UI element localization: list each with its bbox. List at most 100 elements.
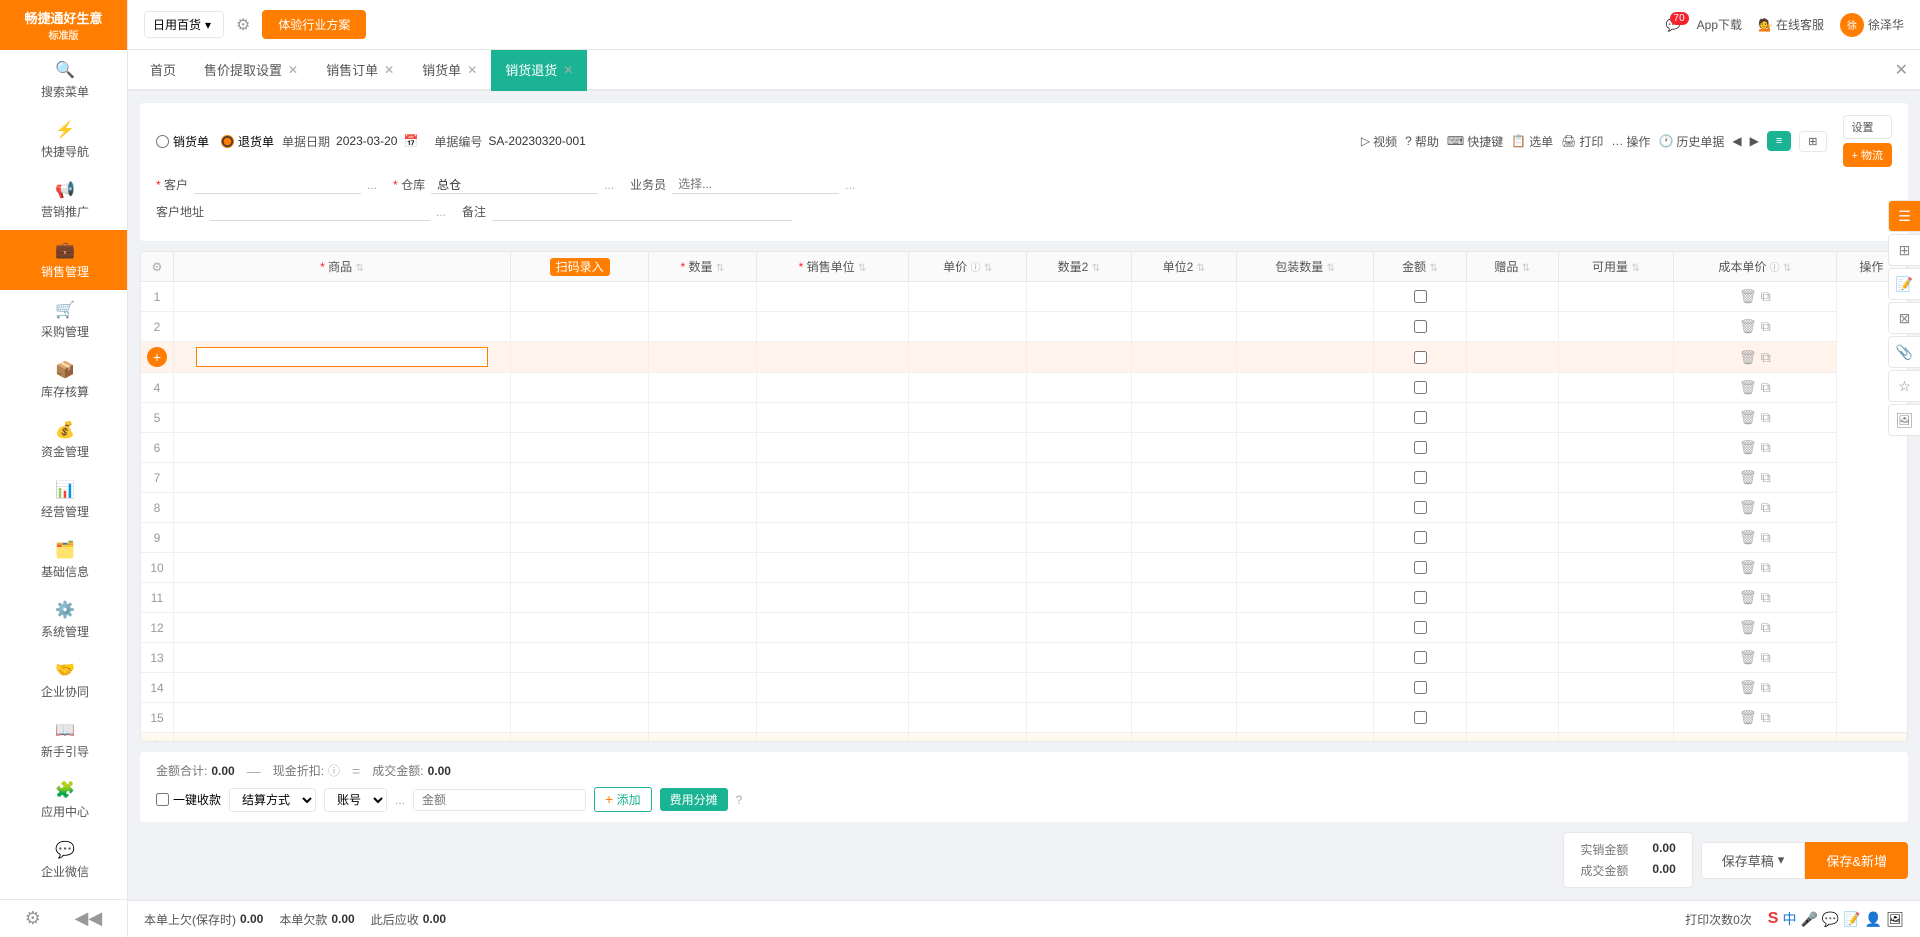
user-menu[interactable]: 徐 徐泽华	[1840, 13, 1904, 37]
delete-row-btn[interactable]: 🗑	[1739, 288, 1757, 305]
sidebar-item-search[interactable]: 🔍搜索菜单	[0, 50, 127, 110]
gift-checkbox[interactable]	[1414, 411, 1427, 424]
unit2-cell[interactable]	[1026, 433, 1131, 463]
price-cell[interactable]	[756, 373, 909, 403]
clip-icon[interactable]: 📎	[1888, 336, 1920, 368]
split-btn[interactable]: 费用分摊	[660, 788, 728, 811]
qty-cell[interactable]	[510, 553, 648, 583]
copy-row-btn[interactable]: ⧉	[1761, 619, 1771, 636]
sidebar-item-finance[interactable]: 💰资金管理	[0, 410, 127, 470]
delete-row-btn[interactable]: 🗑	[1739, 499, 1757, 516]
cost-price-cell[interactable]	[1558, 403, 1673, 433]
col-barcode[interactable]: 扫码录入	[510, 252, 648, 282]
gift-checkbox[interactable]	[1414, 591, 1427, 604]
unit2-cell[interactable]	[1026, 463, 1131, 493]
qty2-cell[interactable]	[909, 342, 1027, 373]
unit-cell[interactable]	[649, 403, 756, 433]
unit-cell[interactable]	[649, 463, 756, 493]
amount-cell[interactable]	[1236, 312, 1374, 342]
topbar-gear-icon[interactable]: ⚙	[236, 15, 250, 35]
amount-cell[interactable]	[1236, 523, 1374, 553]
pack-qty-cell[interactable]	[1131, 433, 1236, 463]
sidebar-item-cooperation[interactable]: 🤝企业协同	[0, 650, 127, 710]
delete-row-btn[interactable]: 🗑	[1739, 589, 1757, 606]
unit-cell[interactable]	[649, 703, 756, 733]
tab-price-setting[interactable]: 售价提取设置✕	[190, 50, 312, 91]
qty2-cell[interactable]	[909, 643, 1027, 673]
shortcut-btn[interactable]: ⌨ 快捷键	[1447, 133, 1503, 150]
pack-qty-cell[interactable]	[1131, 282, 1236, 312]
goods-cell[interactable]	[174, 342, 511, 373]
qty-cell[interactable]	[510, 433, 648, 463]
qty2-cell[interactable]	[909, 523, 1027, 553]
tab-sales-goods[interactable]: 销货单✕	[408, 50, 491, 91]
delete-row-btn[interactable]: 🗑	[1739, 469, 1757, 486]
select-btn[interactable]: 📋 选单	[1511, 133, 1553, 150]
copy-row-btn[interactable]: ⧉	[1761, 649, 1771, 666]
qty2-cell[interactable]	[909, 673, 1027, 703]
copy-row-btn[interactable]: ⧉	[1761, 529, 1771, 546]
goods-cell[interactable]	[174, 553, 511, 583]
discount-info-icon[interactable]: ⓘ	[328, 762, 340, 779]
unit2-cell[interactable]	[1026, 523, 1131, 553]
qty2-cell[interactable]	[909, 613, 1027, 643]
cost-price-cell[interactable]	[1558, 433, 1673, 463]
tab-close-price-setting[interactable]: ✕	[288, 63, 298, 77]
gift-checkbox[interactable]	[1414, 441, 1427, 454]
gift-cell[interactable]	[1374, 403, 1466, 433]
col-goods[interactable]: * 商品 ⇅	[174, 252, 511, 282]
unit2-cell[interactable]	[1026, 643, 1131, 673]
delete-row-btn[interactable]: 🗑	[1739, 349, 1757, 366]
copy-row-btn[interactable]: ⧉	[1761, 589, 1771, 606]
unit2-cell[interactable]	[1026, 613, 1131, 643]
staff-input[interactable]	[672, 175, 839, 194]
cost-price-cell[interactable]	[1558, 583, 1673, 613]
price-cell[interactable]	[756, 553, 909, 583]
gift-checkbox[interactable]	[1414, 471, 1427, 484]
account-select[interactable]: 账号	[324, 788, 387, 812]
unit-cell[interactable]	[649, 583, 756, 613]
price-cell[interactable]	[756, 403, 909, 433]
qty-cell[interactable]	[510, 643, 648, 673]
price-cell[interactable]	[756, 523, 909, 553]
qty-cell[interactable]	[510, 703, 648, 733]
col-qty[interactable]: * 数量 ⇅	[649, 252, 756, 282]
pack-qty-cell[interactable]	[1131, 493, 1236, 523]
col-unit[interactable]: * 销售单位 ⇅	[756, 252, 909, 282]
radio-return[interactable]: 退货单	[221, 133, 274, 150]
goods-cell[interactable]	[174, 583, 511, 613]
col-pack_qty[interactable]: 包装数量 ⇅	[1236, 252, 1374, 282]
available-cell[interactable]	[1466, 643, 1558, 673]
delete-row-btn[interactable]: 🗑	[1739, 559, 1757, 576]
qty-cell[interactable]	[510, 342, 648, 373]
msg-badge[interactable]: 💬 70	[1666, 18, 1681, 32]
tab-sales-order[interactable]: 销售订单✕	[312, 50, 408, 91]
goods-input[interactable]	[196, 347, 488, 367]
account-ellipsis[interactable]: ...	[395, 793, 405, 807]
pack-qty-cell[interactable]	[1131, 523, 1236, 553]
table-icon[interactable]: ☰	[1888, 200, 1920, 232]
radio-return-input[interactable]	[221, 135, 234, 148]
qty2-cell[interactable]	[909, 703, 1027, 733]
operate-btn[interactable]: … 操作	[1611, 133, 1650, 150]
sidebar-item-basic[interactable]: 🗂️基础信息	[0, 530, 127, 590]
price-cell[interactable]	[756, 673, 909, 703]
sidebar-item-marketing[interactable]: 📢营销推广	[0, 170, 127, 230]
pack-qty-cell[interactable]	[1131, 403, 1236, 433]
unit-cell[interactable]	[649, 282, 756, 312]
goods-cell[interactable]	[174, 282, 511, 312]
pack-qty-cell[interactable]	[1131, 312, 1236, 342]
qty-cell[interactable]	[510, 312, 648, 342]
pack-qty-cell[interactable]	[1131, 643, 1236, 673]
copy-row-btn[interactable]: ⧉	[1761, 709, 1771, 726]
gift-cell[interactable]	[1374, 282, 1466, 312]
goods-cell[interactable]	[174, 373, 511, 403]
unit-cell[interactable]	[649, 312, 756, 342]
col-gift[interactable]: 赠品 ⇅	[1466, 252, 1558, 282]
delete-row-btn[interactable]: 🗑	[1739, 529, 1757, 546]
amount-cell[interactable]	[1236, 373, 1374, 403]
app-download-link[interactable]: App下载	[1697, 16, 1742, 33]
qty2-cell[interactable]	[909, 463, 1027, 493]
copy-row-btn[interactable]: ⧉	[1761, 288, 1771, 305]
available-cell[interactable]	[1466, 673, 1558, 703]
